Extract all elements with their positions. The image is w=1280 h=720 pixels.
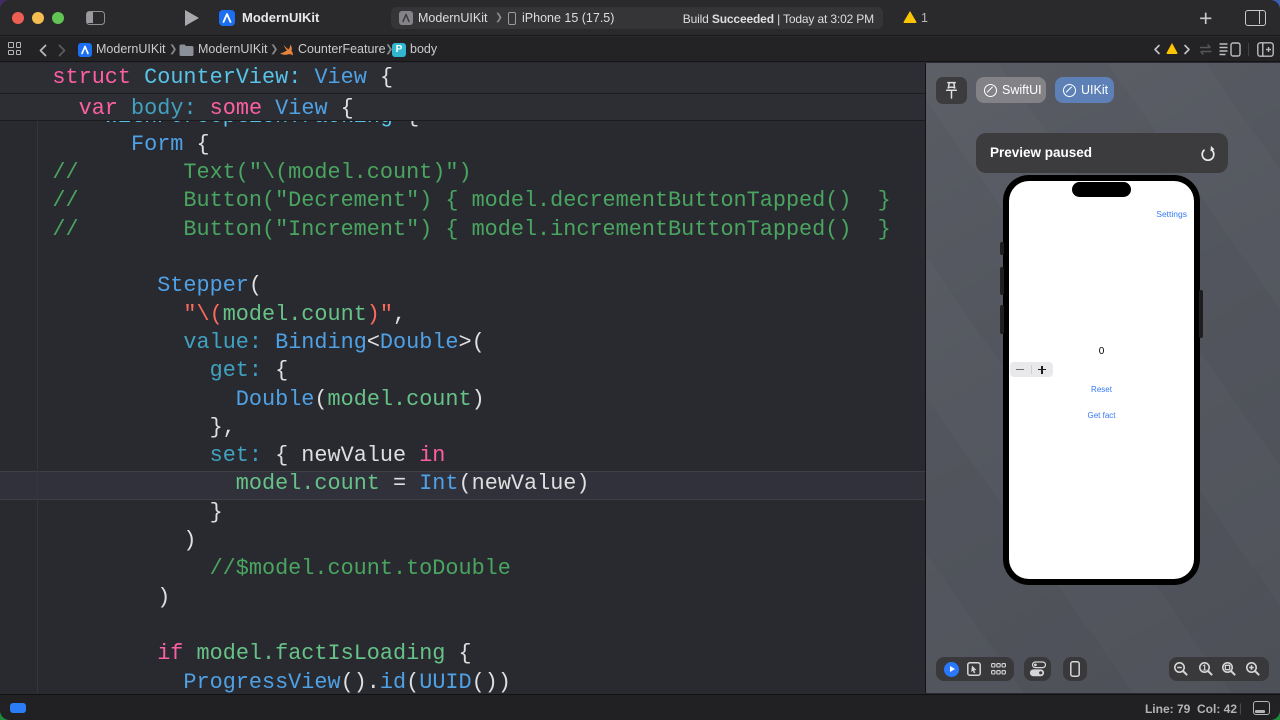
svg-text:1: 1	[1202, 663, 1207, 672]
